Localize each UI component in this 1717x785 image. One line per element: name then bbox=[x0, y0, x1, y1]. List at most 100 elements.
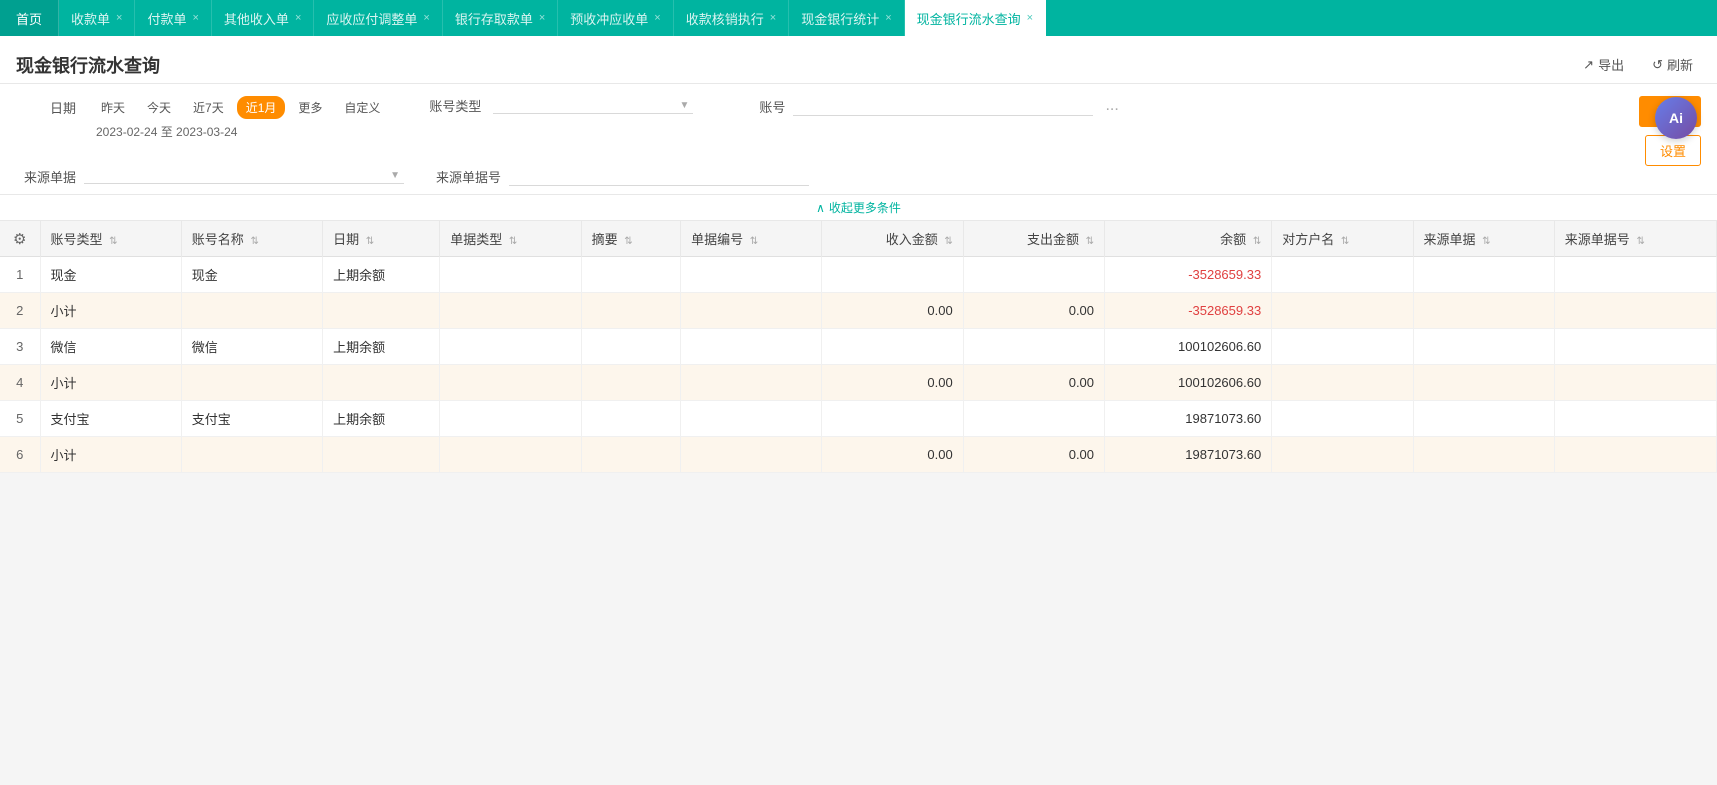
row-date bbox=[323, 365, 440, 401]
row-source-doc-no bbox=[1554, 257, 1716, 293]
account-type-select[interactable]: ▼ bbox=[493, 98, 693, 114]
close-tab-3-icon[interactable]: × bbox=[423, 12, 429, 24]
row-date: 上期余额 bbox=[323, 257, 440, 293]
nav-home[interactable]: 首页 bbox=[0, 0, 59, 36]
nav-tab-0[interactable]: 收款单 × bbox=[59, 0, 135, 36]
nav-tab-2[interactable]: 其他收入单 × bbox=[212, 0, 314, 36]
col-account-type[interactable]: 账号类型 ⇅ bbox=[40, 221, 181, 257]
row-source-doc bbox=[1413, 365, 1554, 401]
close-tab-1-icon[interactable]: × bbox=[192, 12, 198, 24]
table-settings-icon[interactable]: ⚙ bbox=[13, 231, 26, 248]
col-account-name[interactable]: 账号名称 ⇅ bbox=[181, 221, 322, 257]
close-tab-8-icon[interactable]: × bbox=[1027, 12, 1033, 24]
source-doc-chevron-icon: ▼ bbox=[390, 170, 400, 181]
date-filter-row: 日期 昨天 今天 近7天 近1月 更多 自定义 bbox=[16, 96, 389, 119]
row-summary bbox=[581, 293, 681, 329]
data-table: ⚙ 账号类型 ⇅ 账号名称 ⇅ 日期 ⇅ 单据类型 ⇅ bbox=[0, 221, 1717, 473]
account-more-icon[interactable]: ... bbox=[1105, 97, 1118, 115]
row-income: 0.00 bbox=[822, 293, 963, 329]
sort-source-doc-icon: ⇅ bbox=[1482, 236, 1490, 247]
refresh-button[interactable]: ↺ 刷新 bbox=[1644, 51, 1701, 78]
close-tab-5-icon[interactable]: × bbox=[654, 12, 660, 24]
close-tab-2-icon[interactable]: × bbox=[295, 12, 301, 24]
row-counterparty bbox=[1272, 401, 1413, 437]
close-tab-0-icon[interactable]: × bbox=[116, 12, 122, 24]
col-settings[interactable]: ⚙ bbox=[0, 221, 40, 257]
source-doc-no-label: 来源单据号 bbox=[436, 167, 501, 186]
row-balance: -3528659.33 bbox=[1105, 293, 1272, 329]
nav-tab-8[interactable]: 现金银行流水查询 × bbox=[905, 0, 1046, 36]
row-account-type: 支付宝 bbox=[40, 401, 181, 437]
account-input[interactable] bbox=[793, 96, 1093, 116]
row-expense: 0.00 bbox=[963, 437, 1104, 473]
row-expense bbox=[963, 329, 1104, 365]
nav-tab-5[interactable]: 预收冲应收单 × bbox=[558, 0, 673, 36]
table-row: 2小计0.000.00-3528659.33 bbox=[0, 293, 1717, 329]
col-balance[interactable]: 余额 ⇅ bbox=[1105, 221, 1272, 257]
row-account-type: 微信 bbox=[40, 329, 181, 365]
row-date bbox=[323, 437, 440, 473]
nav-tab-1[interactable]: 付款单 × bbox=[135, 0, 211, 36]
col-doc-type[interactable]: 单据类型 ⇅ bbox=[440, 221, 581, 257]
row-source-doc-no bbox=[1554, 293, 1716, 329]
date-btn-more[interactable]: 更多 bbox=[289, 96, 331, 119]
row-doc-no bbox=[681, 401, 822, 437]
source-doc-select[interactable]: ▼ bbox=[84, 168, 404, 184]
close-tab-6-icon[interactable]: × bbox=[770, 12, 776, 24]
sort-balance-icon: ⇅ bbox=[1253, 236, 1261, 247]
nav-tab-6[interactable]: 收款核销执行 × bbox=[674, 0, 789, 36]
col-income[interactable]: 收入金额 ⇅ bbox=[822, 221, 963, 257]
row-date: 上期余额 bbox=[323, 329, 440, 365]
sort-source-doc-no-icon: ⇅ bbox=[1636, 236, 1644, 247]
row-income bbox=[822, 329, 963, 365]
col-date-label: 日期 bbox=[333, 232, 359, 247]
col-summary[interactable]: 摘要 ⇅ bbox=[581, 221, 681, 257]
source-doc-label: 来源单据 bbox=[16, 167, 76, 186]
export-button[interactable]: ↗ 导出 bbox=[1575, 51, 1632, 78]
nav-tab-7[interactable]: 现金银行统计 × bbox=[789, 0, 904, 36]
source-doc-no-input[interactable] bbox=[509, 166, 809, 186]
row-balance: 100102606.60 bbox=[1105, 329, 1272, 365]
row-summary bbox=[581, 257, 681, 293]
collapse-bar[interactable]: ∧ 收起更多条件 bbox=[0, 195, 1717, 221]
row-account-type: 小计 bbox=[40, 437, 181, 473]
row-counterparty bbox=[1272, 257, 1413, 293]
close-tab-7-icon[interactable]: × bbox=[885, 12, 891, 24]
col-source-doc-no[interactable]: 来源单据号 ⇅ bbox=[1554, 221, 1716, 257]
date-btn-custom[interactable]: 自定义 bbox=[335, 96, 389, 119]
date-btn-today[interactable]: 今天 bbox=[138, 96, 180, 119]
row-source-doc-no bbox=[1554, 365, 1716, 401]
date-btn-1month[interactable]: 近1月 bbox=[237, 96, 286, 119]
row-date: 上期余额 bbox=[323, 401, 440, 437]
settings-button[interactable]: 设置 bbox=[1645, 135, 1701, 166]
row-summary bbox=[581, 401, 681, 437]
col-source-doc[interactable]: 来源单据 ⇅ bbox=[1413, 221, 1554, 257]
col-doc-no[interactable]: 单据编号 ⇅ bbox=[681, 221, 822, 257]
col-expense[interactable]: 支出金额 ⇅ bbox=[963, 221, 1104, 257]
row-index: 4 bbox=[0, 365, 40, 401]
row-balance: -3528659.33 bbox=[1105, 257, 1272, 293]
date-btn-yesterday[interactable]: 昨天 bbox=[92, 96, 134, 119]
row-income bbox=[822, 257, 963, 293]
nav-tab-4[interactable]: 银行存取款单 × bbox=[443, 0, 558, 36]
col-date[interactable]: 日期 ⇅ bbox=[323, 221, 440, 257]
row-counterparty bbox=[1272, 437, 1413, 473]
sort-account-name-icon: ⇅ bbox=[250, 236, 258, 247]
row-index: 3 bbox=[0, 329, 40, 365]
ai-assistant-button[interactable]: Ai bbox=[1655, 97, 1697, 139]
col-counterparty[interactable]: 对方户名 ⇅ bbox=[1272, 221, 1413, 257]
row-doc-type bbox=[440, 437, 581, 473]
row-account-type: 小计 bbox=[40, 293, 181, 329]
row-source-doc bbox=[1413, 401, 1554, 437]
nav-tab-3[interactable]: 应收应付调整单 × bbox=[314, 0, 442, 36]
row-source-doc-no bbox=[1554, 401, 1716, 437]
table-row: 1现金现金上期余额-3528659.33 bbox=[0, 257, 1717, 293]
row-balance: 19871073.60 bbox=[1105, 401, 1272, 437]
col-counterparty-label: 对方户名 bbox=[1282, 232, 1334, 247]
close-tab-4-icon[interactable]: × bbox=[539, 12, 545, 24]
row-expense: 0.00 bbox=[963, 365, 1104, 401]
date-btn-7days[interactable]: 近7天 bbox=[184, 96, 233, 119]
table-header: ⚙ 账号类型 ⇅ 账号名称 ⇅ 日期 ⇅ 单据类型 ⇅ bbox=[0, 221, 1717, 257]
row-summary bbox=[581, 329, 681, 365]
sort-expense-icon: ⇅ bbox=[1086, 236, 1094, 247]
